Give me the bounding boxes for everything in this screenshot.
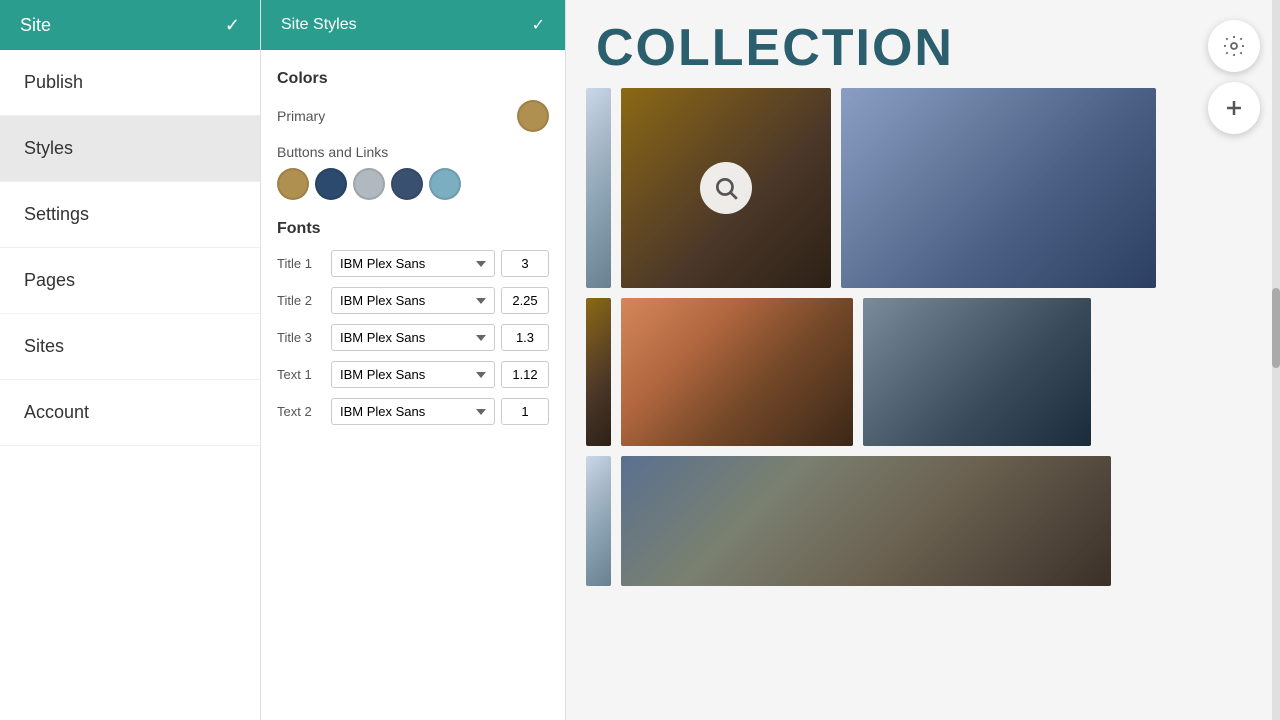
font-size-title1[interactable] [501, 250, 549, 277]
primary-color-row: Primary [277, 100, 549, 132]
panel-check-icon[interactable]: ✓ [532, 15, 545, 35]
font-size-title3[interactable] [501, 324, 549, 351]
photo-row-1 [586, 88, 1260, 288]
floating-buttons [1208, 20, 1260, 134]
swatch-medium-blue[interactable] [391, 168, 423, 200]
font-label-title1: Title 1 [277, 256, 325, 271]
photo-athlete[interactable] [621, 456, 1111, 586]
sidebar-item-sites[interactable]: Sites [0, 314, 260, 380]
photo-suit[interactable] [621, 88, 831, 288]
photo-girls[interactable] [841, 88, 1156, 288]
font-label-text2: Text 2 [277, 404, 325, 419]
font-label-text1: Text 1 [277, 367, 325, 382]
swatch-tan[interactable] [277, 168, 309, 200]
sidebar-item-account[interactable]: Account [0, 380, 260, 446]
scrollbar-thumb[interactable] [1272, 288, 1280, 368]
font-row-title1: Title 1 IBM Plex Sans [277, 250, 549, 277]
sidebar-item-styles[interactable]: Styles [0, 116, 260, 182]
collection-title: COLLECTION [596, 18, 1250, 78]
fonts-section: Fonts Title 1 IBM Plex Sans Title 2 IBM … [277, 220, 549, 425]
add-button[interactable] [1208, 82, 1260, 134]
font-label-title3: Title 3 [277, 330, 325, 345]
font-label-title2: Title 2 [277, 293, 325, 308]
photo-girl-water[interactable] [621, 298, 853, 446]
search-overlay-suit[interactable] [700, 162, 752, 214]
font-size-text2[interactable] [501, 398, 549, 425]
sidebar-item-publish[interactable]: Publish [0, 50, 260, 116]
panel-header: Site Styles ✓ [261, 0, 565, 50]
sidebar-title: Site [20, 15, 51, 36]
photo-row-2 [586, 298, 1260, 446]
sidebar-item-settings[interactable]: Settings [0, 182, 260, 248]
fonts-section-title: Fonts [277, 220, 549, 238]
color-swatches [277, 168, 549, 200]
photo-grid [566, 88, 1280, 586]
sidebar-nav: Publish Styles Settings Pages Sites Acco… [0, 50, 260, 720]
photo-street[interactable] [863, 298, 1091, 446]
font-select-title2[interactable]: IBM Plex Sans [331, 287, 495, 314]
font-select-title3[interactable]: IBM Plex Sans [331, 324, 495, 351]
font-row-text2: Text 2 IBM Plex Sans [277, 398, 549, 425]
primary-label: Primary [277, 108, 325, 124]
swatch-dark-blue[interactable] [315, 168, 347, 200]
colors-section-title: Colors [277, 70, 549, 88]
collection-header: COLLECTION [566, 0, 1280, 88]
photo-snow[interactable] [586, 456, 611, 586]
sidebar-header: Site ✓ [0, 0, 260, 50]
photo-partial-left[interactable] [586, 88, 611, 288]
photo-partial-left-2[interactable] [586, 298, 611, 446]
font-select-text1[interactable]: IBM Plex Sans [331, 361, 495, 388]
font-row-text1: Text 1 IBM Plex Sans [277, 361, 549, 388]
font-row-title2: Title 2 IBM Plex Sans [277, 287, 549, 314]
sidebar: Site ✓ Publish Styles Settings Pages Sit… [0, 0, 261, 720]
main-content: COLLECTION [566, 0, 1280, 720]
styles-panel: Site Styles ✓ Colors Primary Buttons and… [261, 0, 566, 720]
panel-content: Colors Primary Buttons and Links Fonts T… [261, 50, 565, 455]
buttons-links-label: Buttons and Links [277, 144, 549, 160]
sidebar-item-pages[interactable]: Pages [0, 248, 260, 314]
font-select-title1[interactable]: IBM Plex Sans [331, 250, 495, 277]
sidebar-check-icon[interactable]: ✓ [225, 15, 240, 36]
panel-title: Site Styles [281, 16, 357, 34]
swatch-light-gray[interactable] [353, 168, 385, 200]
gear-button[interactable] [1208, 20, 1260, 72]
swatch-light-blue[interactable] [429, 168, 461, 200]
font-select-text2[interactable]: IBM Plex Sans [331, 398, 495, 425]
primary-color-picker[interactable] [517, 100, 549, 132]
font-size-title2[interactable] [501, 287, 549, 314]
photo-row-3 [586, 456, 1260, 586]
colors-section: Colors Primary Buttons and Links [277, 70, 549, 200]
font-size-text1[interactable] [501, 361, 549, 388]
font-row-title3: Title 3 IBM Plex Sans [277, 324, 549, 351]
scrollbar-track [1272, 0, 1280, 720]
